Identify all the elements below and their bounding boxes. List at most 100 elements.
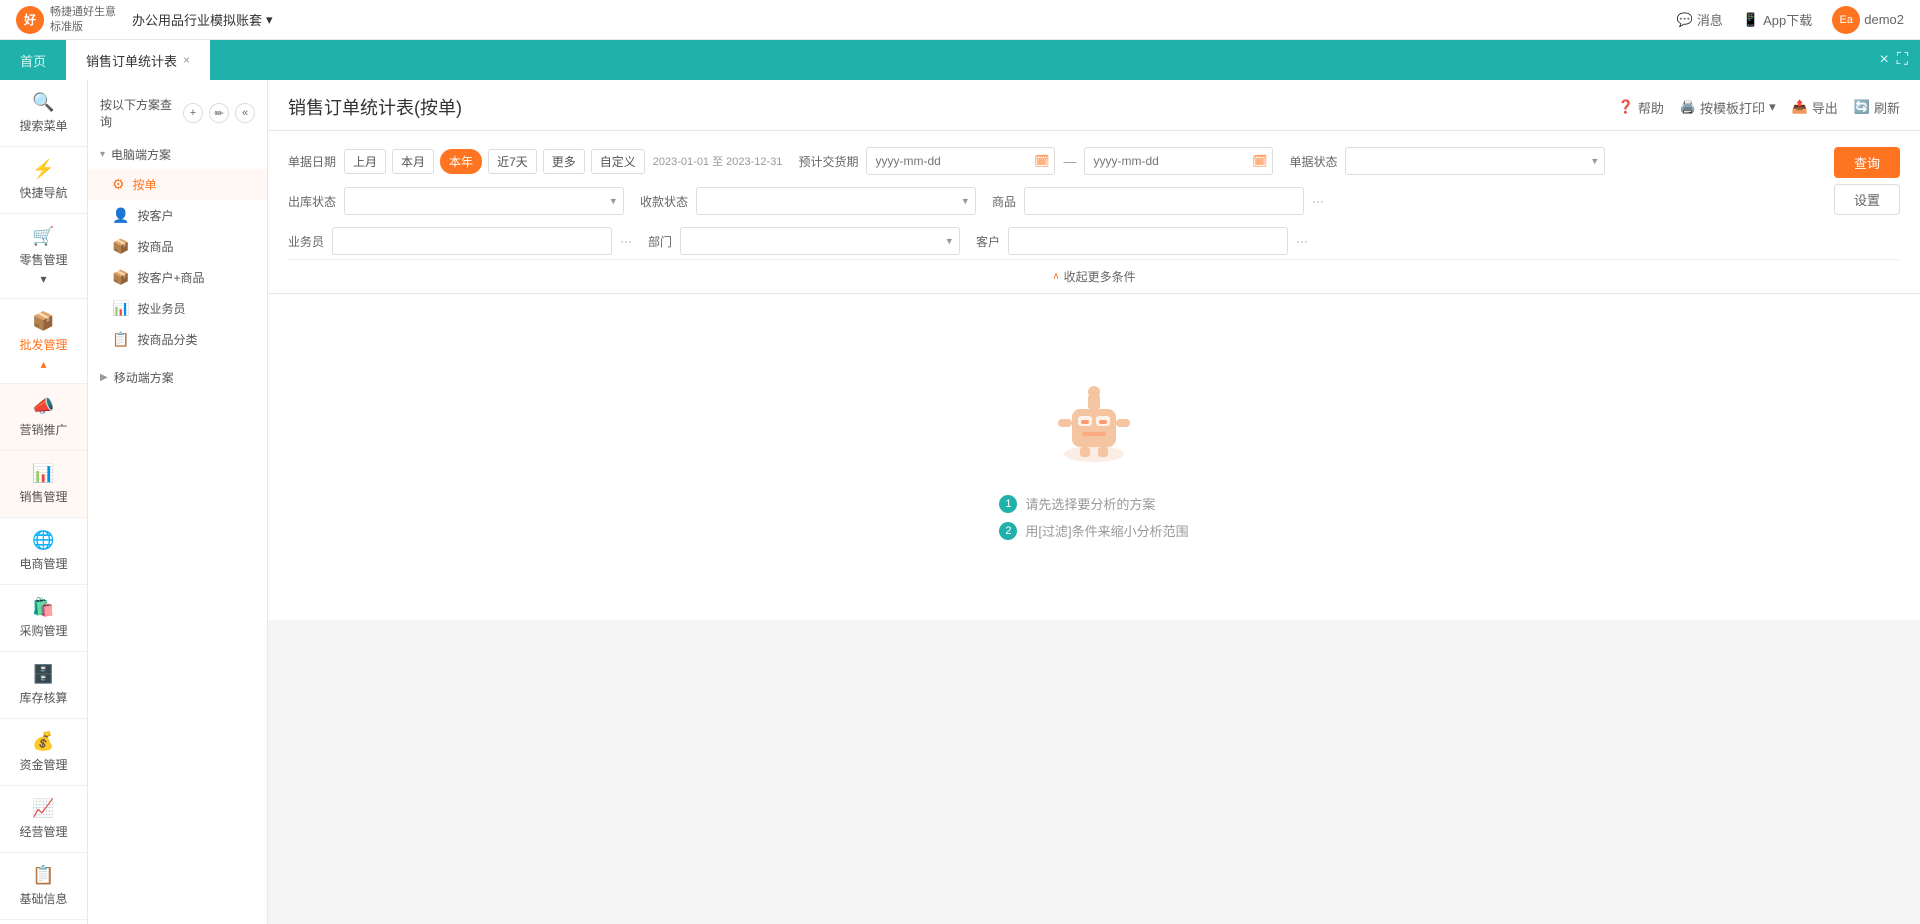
page-header-actions: ❓ 帮助 🖨️ 按模板打印 ▾ 📤 导出 🔄 刷新 (1618, 98, 1900, 117)
app-selector[interactable]: 办公用品行业模拟账套 ▾ (124, 10, 281, 29)
sidebar-item-system[interactable]: ⚙️ 系统管理 (0, 920, 87, 924)
top-bar: 好 畅捷通好生意 标准版 办公用品行业模拟账套 ▾ 💬 消息 📱 App下载 E… (0, 0, 1920, 40)
department-filter: 部门 (648, 227, 960, 255)
product-input[interactable] (1024, 187, 1304, 215)
refresh-button[interactable]: 🔄 刷新 (1854, 98, 1900, 117)
product-label: 商品 (992, 193, 1016, 210)
sidebar-item-ecommerce[interactable]: 🌐 电商管理 (0, 518, 87, 585)
sidebar-item-finance[interactable]: 💰 资金管理 (0, 719, 87, 786)
download-icon: 📱 (1743, 12, 1759, 28)
product-more-button[interactable]: ··· (1312, 194, 1324, 208)
minimize-button[interactable]: × (1879, 51, 1888, 69)
tab-active[interactable]: 销售订单统计表 × (66, 40, 210, 80)
search-icon: 🔍 (32, 92, 54, 113)
panel-item-by-order[interactable]: ⚙ 按单 (88, 169, 267, 200)
salesperson-more-button[interactable]: ··· (620, 234, 632, 248)
panel-toolbar-actions: + ✏ « (183, 103, 255, 123)
expected-date-filter: 预计交货期 🗓 — 🗓 (798, 147, 1273, 175)
sidebar-item-sales[interactable]: 📊 销售管理 (0, 451, 87, 518)
page-title: 销售订单统计表(按单) (288, 94, 462, 120)
salesperson-filter: 业务员 ··· (288, 227, 632, 255)
operation-icon: 📈 (32, 798, 54, 819)
salesperson-input[interactable] (332, 227, 612, 255)
bill-status-select[interactable] (1345, 147, 1605, 175)
panel-add-button[interactable]: + (183, 103, 203, 123)
sidebar-item-wholesale[interactable]: 📦 批发管理 ▴ (0, 299, 87, 384)
customer-more-button[interactable]: ··· (1296, 234, 1308, 248)
panel-collapse-button[interactable]: « (235, 103, 255, 123)
sidebar-item-basic[interactable]: 📋 基础信息 (0, 853, 87, 920)
expected-date-end[interactable] (1084, 147, 1273, 175)
panel-item-by-customer[interactable]: 👤 按客户 (88, 200, 267, 231)
payment-status-label: 收款状态 (640, 193, 688, 210)
sidebar-item-retail[interactable]: 🛒 零售管理 ▾ (0, 214, 87, 299)
main-layout: 🔍 搜索菜单 ⚡ 快捷导航 🛒 零售管理 ▾ 📦 批发管理 ▴ 📣 营销推广 📊… (0, 80, 1920, 924)
sidebar-item-inventory[interactable]: 🗄️ 库存核算 (0, 652, 87, 719)
settings-button[interactable]: 设置 (1834, 184, 1900, 215)
department-label: 部门 (648, 233, 672, 250)
sales-icon: 📊 (32, 463, 54, 484)
panel-section-pc: ▾ 电脑端方案 ⚙ 按单 👤 按客户 📦 按商品 📦 按客户+商品 📊 按业 (88, 136, 267, 359)
date-separator: — (1063, 154, 1076, 169)
panel-edit-button[interactable]: ✏ (209, 103, 229, 123)
help-button[interactable]: ❓ 帮助 (1618, 98, 1664, 117)
export-button[interactable]: 📤 导出 (1792, 98, 1838, 117)
message-button[interactable]: 💬 消息 (1677, 10, 1723, 29)
date-buttons: 上月 本月 本年 近7天 更多 自定义 (344, 149, 645, 174)
tab-close-button[interactable]: × (183, 53, 190, 67)
this-month-button[interactable]: 本月 (392, 149, 434, 174)
logo-icon: 好 (16, 6, 44, 34)
top-bar-right: 💬 消息 📱 App下载 Ea demo2 (1677, 6, 1904, 34)
panel-toolbar: 按以下方案查询 + ✏ « (88, 90, 267, 136)
maximize-button[interactable]: ⛶ (1897, 51, 1908, 69)
last-month-button[interactable]: 上月 (344, 149, 386, 174)
app-download-button[interactable]: 📱 App下载 (1743, 10, 1812, 29)
salesperson-label: 业务员 (288, 233, 324, 250)
customer-label: 客户 (976, 233, 1000, 250)
wholesale-icon: 📦 (32, 311, 54, 332)
sidebar-item-purchase[interactable]: 🛍️ 采购管理 (0, 585, 87, 652)
this-year-button[interactable]: 本年 (440, 149, 482, 174)
sidebar-item-marketing[interactable]: 📣 营销推广 (0, 384, 87, 451)
more-date-button[interactable]: 更多 (543, 149, 585, 174)
sidebar-item-search-menu[interactable]: 🔍 搜索菜单 (0, 80, 87, 147)
payment-status-select[interactable] (696, 187, 976, 215)
filter-action-buttons: 查询 设置 (1834, 147, 1900, 215)
by-cust-prod-icon: 📦 (112, 269, 129, 286)
purchase-icon: 🛍️ (32, 597, 54, 618)
collapse-icon: ∧ (1052, 271, 1059, 282)
custom-date-button[interactable]: 自定义 (591, 149, 645, 174)
delivery-status-select[interactable] (344, 187, 624, 215)
panel-item-by-cust-prod[interactable]: 📦 按客户+商品 (88, 262, 267, 293)
expected-date-label: 预计交货期 (798, 153, 858, 170)
bill-status-label: 单据状态 (1289, 153, 1337, 170)
last7-button[interactable]: 近7天 (488, 149, 537, 174)
department-select[interactable] (680, 227, 960, 255)
tab-home[interactable]: 首页 (0, 40, 66, 80)
marketing-icon: 📣 (32, 396, 54, 417)
hint-num-2: 2 (999, 522, 1017, 540)
template-print-button[interactable]: 🖨️ 按模板打印 ▾ (1680, 98, 1776, 117)
customer-input[interactable] (1008, 227, 1288, 255)
query-button[interactable]: 查询 (1834, 147, 1900, 178)
user-area[interactable]: Ea demo2 (1832, 6, 1904, 34)
retail-icon: 🛒 (32, 226, 54, 247)
expected-date-start[interactable] (866, 147, 1055, 175)
bill-date-filter: 单据日期 上月 本月 本年 近7天 更多 自定义 2023-01-01 至 20… (288, 149, 782, 174)
export-icon: 📤 (1792, 99, 1808, 115)
filter-row-2: 出库状态 收款状态 商品 (288, 187, 1900, 215)
expected-date-start-wrap: 🗓 (866, 147, 1055, 175)
finance-icon: 💰 (32, 731, 54, 752)
delivery-status-label: 出库状态 (288, 193, 336, 210)
panel-item-by-product[interactable]: 📦 按商品 (88, 231, 267, 262)
retail-expand-icon: ▾ (40, 272, 46, 286)
panel-item-by-staff[interactable]: 📊 按业务员 (88, 293, 267, 324)
sidebar-item-quick-nav[interactable]: ⚡ 快捷导航 (0, 147, 87, 214)
panel-section-pc-title[interactable]: ▾ 电脑端方案 (88, 140, 267, 169)
panel-item-by-category[interactable]: 📋 按商品分类 (88, 324, 267, 355)
sidebar-item-operation[interactable]: 📈 经营管理 (0, 786, 87, 853)
bill-status-select-wrap (1345, 147, 1605, 175)
collapse-bar[interactable]: ∧ 收起更多条件 (288, 259, 1900, 293)
panel-section-mobile-title[interactable]: ▶ 移动端方案 (88, 363, 267, 392)
by-order-icon: ⚙ (112, 176, 125, 193)
